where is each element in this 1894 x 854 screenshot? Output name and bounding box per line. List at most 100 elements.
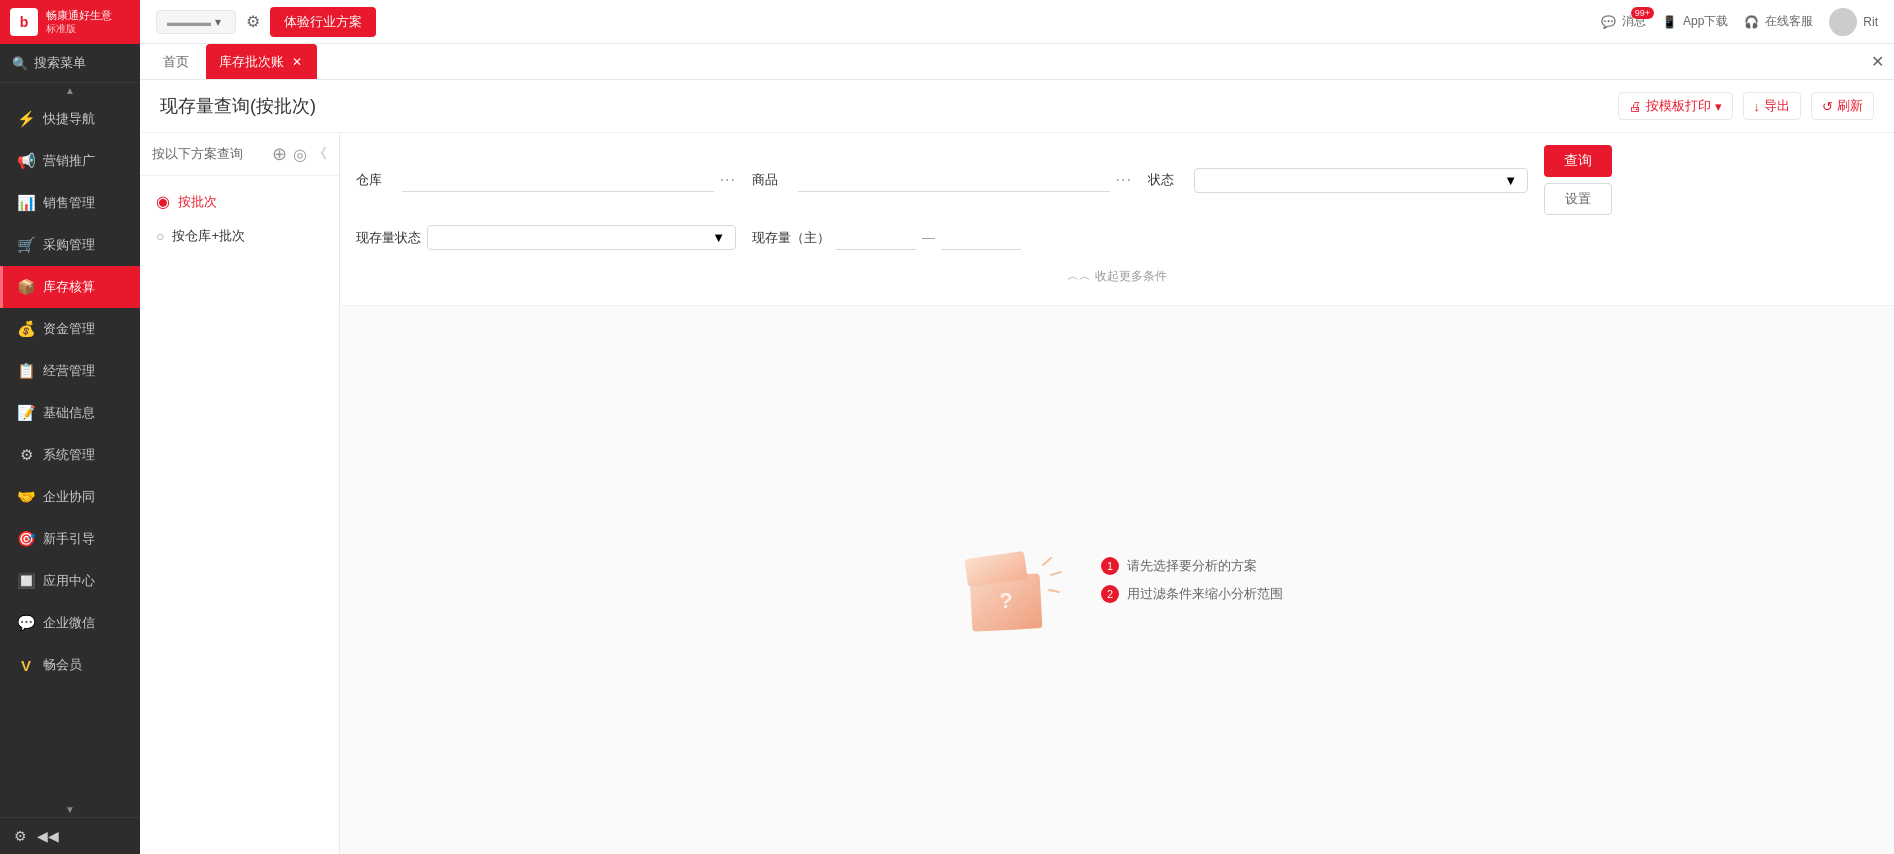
home-tab-label: 首页	[163, 53, 189, 71]
hint-item-2: 2 用过滤条件来缩小分析范围	[1101, 585, 1283, 603]
sidebar-item-sales[interactable]: 📊 销售管理	[0, 182, 140, 224]
filter-product: 商品 ···	[752, 168, 1132, 192]
content-area: 按以下方案查询 ⊕ ◎ 《 ◉ 按批次 ○ 按仓库+批次	[140, 133, 1894, 854]
sidebar-item-system[interactable]: ⚙ 系统管理	[0, 434, 140, 476]
svg-line-5	[1043, 558, 1051, 565]
stock-main-label: 现存量（主）	[752, 229, 830, 247]
filter-stock-status: 现存量状态 ▼	[356, 225, 736, 250]
stock-main-range: —	[836, 226, 1021, 250]
membership-icon: V	[17, 656, 35, 674]
sidebar-item-marketing[interactable]: 📢 营销推广	[0, 140, 140, 182]
export-btn[interactable]: ↓ 导出	[1743, 92, 1802, 120]
svg-point-1	[1833, 27, 1853, 36]
new-guide-icon: 🎯	[17, 530, 35, 548]
sidebar-item-inventory[interactable]: 📦 库存核算	[0, 266, 140, 308]
plan-item-by-batch[interactable]: ◉ 按批次	[140, 184, 339, 219]
enterprise-wechat-icon: 💬	[17, 614, 35, 632]
sales-icon: 📊	[17, 194, 35, 212]
collapse-panel-icon[interactable]: 《	[313, 145, 327, 163]
tab-home[interactable]: 首页	[150, 44, 202, 79]
page-header: 现存量查询(按批次) 🖨 按模板打印 ▾ ↓ 导出 ↺ 刷新	[140, 80, 1894, 133]
plan-item-by-warehouse-batch[interactable]: ○ 按仓库+批次	[140, 219, 339, 253]
experience-btn[interactable]: 体验行业方案	[270, 7, 376, 37]
warehouse-more-icon[interactable]: ···	[720, 171, 736, 189]
sidebar-nav: ⚡ 快捷导航 📢 营销推广 📊 销售管理 🛒 采购管理 📦 库存核算 💰 资金管…	[0, 98, 140, 802]
print-dropdown-icon: ▾	[1715, 99, 1722, 114]
global-close-btn[interactable]: ✕	[1871, 52, 1884, 71]
hint-text-2: 用过滤条件来缩小分析范围	[1127, 585, 1283, 603]
left-panel: 按以下方案查询 ⊕ ◎ 《 ◉ 按批次 ○ 按仓库+批次	[140, 133, 340, 854]
stock-main-max[interactable]	[941, 226, 1021, 250]
filter-status: 状态 ▼	[1148, 168, 1528, 193]
sidebar-item-app-center[interactable]: 🔲 应用中心	[0, 560, 140, 602]
refresh-btn[interactable]: ↺ 刷新	[1811, 92, 1874, 120]
tabbar: 首页 库存批次账 ✕ ✕	[140, 44, 1894, 80]
sidebar-item-enterprise-collab[interactable]: 🤝 企业协同	[0, 476, 140, 518]
print-icon: 🖨	[1629, 99, 1642, 114]
app-download-group[interactable]: 📱 App下载	[1662, 13, 1728, 30]
enterprise-collab-icon: 🤝	[17, 488, 35, 506]
app-title-group: 畅康通好生意 标准版	[46, 8, 112, 36]
sidebar-item-operation[interactable]: 📋 经营管理	[0, 350, 140, 392]
collapse-conditions-btn[interactable]: ︿︿ 收起更多条件	[356, 260, 1878, 293]
settings-plan-icon[interactable]: ◎	[293, 145, 307, 164]
collapse-icon: ︿︿	[1067, 268, 1091, 285]
search-icon: 🔍	[12, 56, 28, 71]
right-panel: 仓库 ··· 商品 ··· 状态 ▼	[340, 133, 1894, 854]
stock-main-min[interactable]	[836, 226, 916, 250]
product-input[interactable]	[798, 168, 1110, 192]
settings-btn[interactable]: 设置	[1544, 183, 1612, 215]
plan-active-icon: ◉	[156, 192, 170, 211]
warehouse-input[interactable]	[402, 168, 714, 192]
settings-footer-icon[interactable]: ⚙	[14, 828, 27, 844]
left-panel-header: 按以下方案查询 ⊕ ◎ 《	[140, 133, 339, 176]
quick-nav-icon: ⚡	[17, 110, 35, 128]
hint-text-1: 请先选择要分析的方案	[1127, 557, 1257, 575]
topbar-left: ▬▬▬▬ ▾ ⚙ 体验行业方案	[156, 7, 1589, 37]
svg-line-6	[1051, 572, 1061, 575]
search-menu[interactable]: 🔍 搜索菜单	[0, 44, 140, 83]
product-label: 商品	[752, 171, 792, 189]
template-print-btn[interactable]: 🖨 按模板打印 ▾	[1618, 92, 1733, 120]
hint-num-1: 1	[1101, 557, 1119, 575]
basic-icon: 📝	[17, 404, 35, 422]
stock-status-select[interactable]: ▼	[427, 225, 736, 250]
sidebar-footer: ⚙ ◀◀	[0, 817, 140, 854]
status-chevron-icon: ▼	[1504, 173, 1517, 188]
sidebar-item-new-guide[interactable]: 🎯 新手引导	[0, 518, 140, 560]
svg-point-0	[1837, 13, 1849, 25]
product-more-icon[interactable]: ···	[1116, 171, 1132, 189]
collapse-sidebar-icon[interactable]: ◀◀	[37, 828, 59, 844]
online-service-group[interactable]: 🎧 在线客服	[1744, 13, 1813, 30]
status-select[interactable]: ▼	[1194, 168, 1528, 193]
svg-line-7	[1049, 590, 1059, 592]
scroll-down[interactable]: ▼	[0, 802, 140, 817]
sidebar-item-purchase[interactable]: 🛒 采购管理	[0, 224, 140, 266]
phone-icon: 📱	[1662, 15, 1677, 29]
sidebar-item-quick-nav[interactable]: ⚡ 快捷导航	[0, 98, 140, 140]
filter-row-1: 仓库 ··· 商品 ··· 状态 ▼	[356, 145, 1878, 215]
app-edition: 标准版	[46, 22, 112, 36]
filter-warehouse: 仓库 ···	[356, 168, 736, 192]
sidebar-item-enterprise-wechat[interactable]: 💬 企业微信	[0, 602, 140, 644]
add-plan-icon[interactable]: ⊕	[272, 143, 287, 165]
query-btn[interactable]: 查询	[1544, 145, 1612, 177]
plan-list: ◉ 按批次 ○ 按仓库+批次	[140, 176, 339, 261]
close-tab-btn[interactable]: ✕	[290, 55, 304, 69]
topbar-right: 💬 消息 99+ 📱 App下载 🎧 在线客服 Rit	[1601, 8, 1878, 36]
sidebar-item-membership[interactable]: V 畅会员	[0, 644, 140, 686]
tab-inventory-batch[interactable]: 库存批次账 ✕	[206, 44, 317, 79]
workspace-dropdown[interactable]: ▬▬▬▬ ▾	[156, 10, 236, 34]
sidebar-header: b 畅康通好生意 标准版	[0, 0, 140, 44]
message-group[interactable]: 💬 消息 99+	[1601, 13, 1646, 30]
gear-icon[interactable]: ⚙	[246, 12, 260, 31]
filter-stock-main: 现存量（主） —	[752, 226, 1132, 250]
scroll-up[interactable]: ▲	[0, 83, 140, 98]
operation-icon: 📋	[17, 362, 35, 380]
user-group[interactable]: Rit	[1829, 8, 1878, 36]
sidebar-item-finance[interactable]: 💰 资金管理	[0, 308, 140, 350]
inventory-batch-tab-label: 库存批次账	[219, 53, 284, 71]
empty-illustration: ?	[951, 520, 1071, 640]
sidebar-item-basic[interactable]: 📝 基础信息	[0, 392, 140, 434]
system-icon: ⚙	[17, 446, 35, 464]
